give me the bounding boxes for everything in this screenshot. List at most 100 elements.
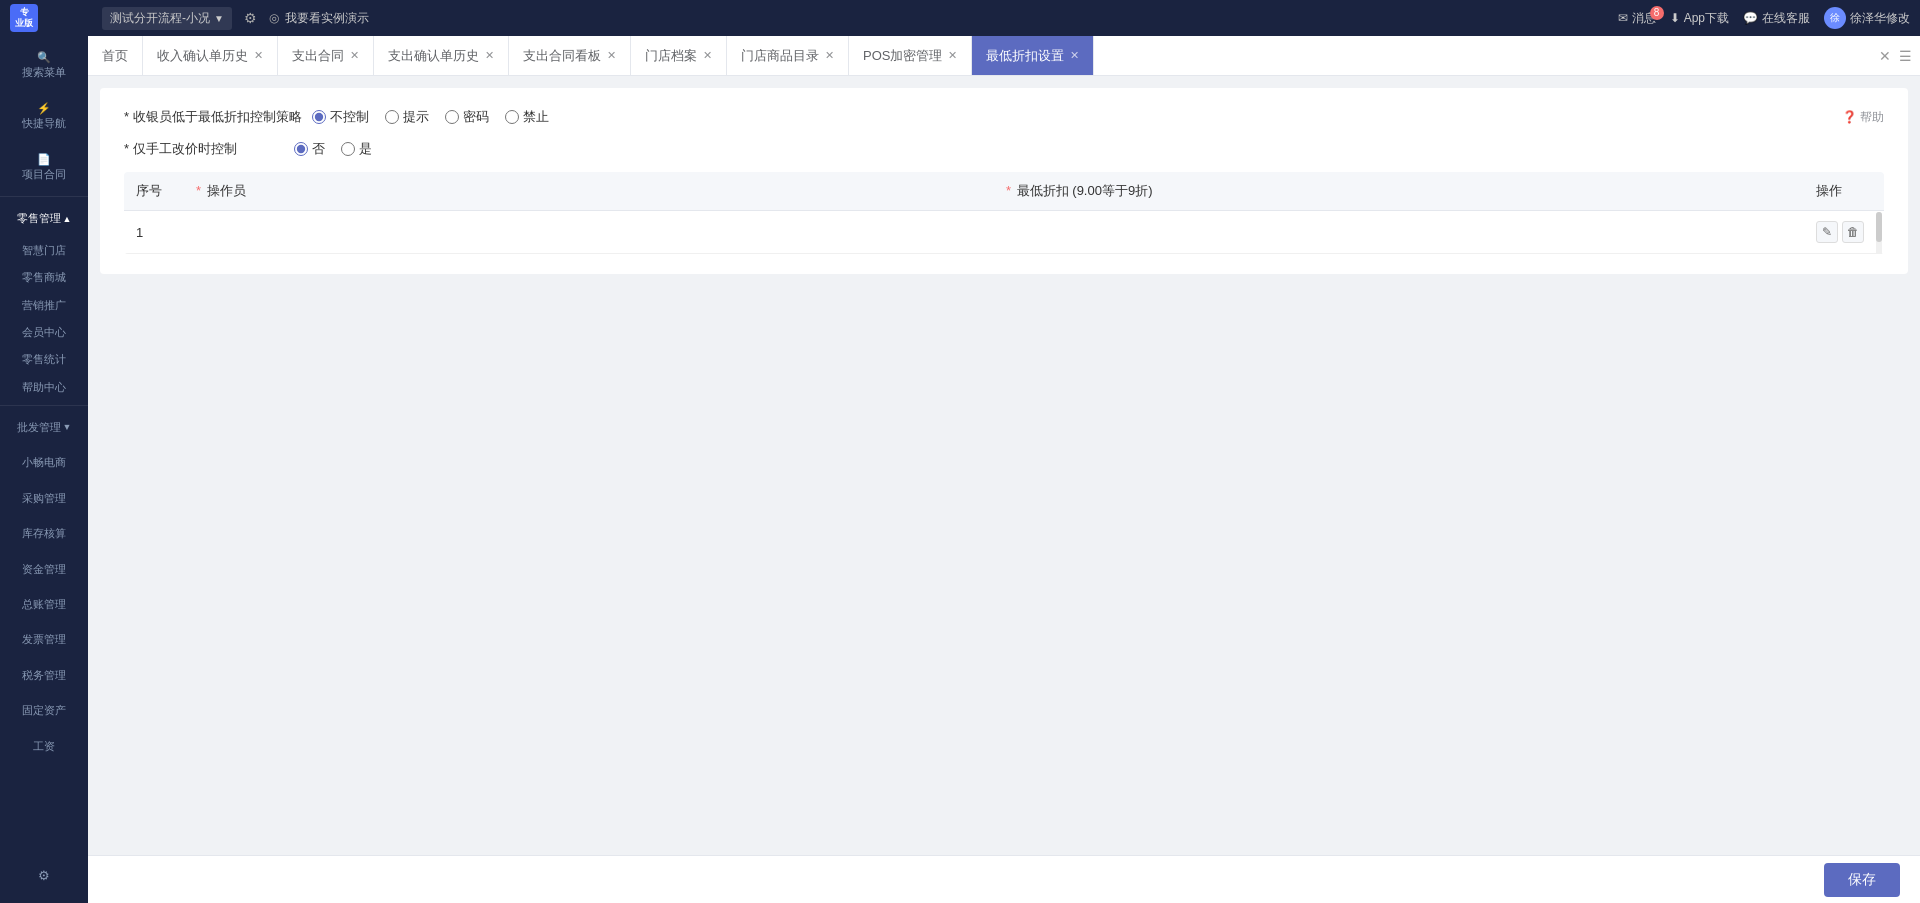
tab-expense-board[interactable]: 支出合同看板 ✕ (509, 36, 631, 76)
sidebar-item-tax[interactable]: 税务管理 (0, 658, 88, 693)
tab-close-icon[interactable]: ✕ (948, 49, 957, 62)
help-icon: ❓ (1842, 110, 1857, 124)
table-scrollbar-thumb (1876, 212, 1882, 242)
cell-discount[interactable] (994, 211, 1804, 254)
table-row: 1 ✎ (124, 211, 1884, 254)
help-button[interactable]: ❓ 帮助 (1842, 109, 1884, 126)
sidebar-item-smart-store[interactable]: 智慧门店 (0, 237, 88, 264)
tab-close-all-icon[interactable]: ✕ (1879, 48, 1891, 64)
sidebar: 🔍 搜索菜单 ⚡ 快捷导航 📄 项目合同 零售管理 ▲ 智慧门店 (0, 36, 88, 903)
top-bar: 专业版 测试分开流程-小况 ▼ ⚙ ◎ 我要看实例演示 ✉ 消息 8 ⬇ App… (0, 0, 1920, 36)
tab-menu-icon[interactable]: ☰ (1899, 48, 1912, 64)
policy-radio-forbid[interactable] (505, 110, 519, 124)
policy-option-forbid[interactable]: 禁止 (505, 108, 549, 126)
topbar-actions: ✉ 消息 8 ⬇ App下载 💬 在线客服 徐 徐泽华修改 (1618, 7, 1910, 29)
sidebar-item-funds[interactable]: 资金管理 (0, 552, 88, 587)
policy-label-forbid: 禁止 (523, 108, 549, 126)
policy-radio-password[interactable] (445, 110, 459, 124)
sidebar-item-project-contract[interactable]: 📄 项目合同 (0, 142, 88, 193)
col-header-seq: 序号 (124, 172, 184, 211)
page-content: * 收银员低于最低折扣控制策略 不控制 提示 密码 (88, 76, 1920, 855)
discount-required-mark: * (1006, 183, 1011, 198)
sidebar-item-ecommerce[interactable]: 小畅电商 (0, 445, 88, 480)
manual-radio-no[interactable] (294, 142, 308, 156)
sidebar-item-retail-mall[interactable]: 零售商城 (0, 264, 88, 291)
sidebar-item-payroll[interactable]: 工资 (0, 729, 88, 764)
tab-close-icon[interactable]: ✕ (825, 49, 834, 62)
sidebar-item-marketing[interactable]: 营销推广 (0, 292, 88, 319)
cell-operator[interactable] (184, 211, 994, 254)
policy-radio-no-control[interactable] (312, 110, 326, 124)
tab-pos-encryption[interactable]: POS加密管理 ✕ (849, 36, 972, 76)
app-download-label: App下载 (1684, 10, 1729, 27)
sidebar-item-member-center[interactable]: 会员中心 (0, 319, 88, 346)
tab-expense-history[interactable]: 支出确认单历史 ✕ (374, 36, 509, 76)
delete-row-button[interactable]: 🗑 (1842, 221, 1864, 243)
messages-button[interactable]: ✉ 消息 8 (1618, 10, 1656, 27)
tab-expense-contract[interactable]: 支出合同 ✕ (278, 36, 374, 76)
tab-close-icon[interactable]: ✕ (703, 49, 712, 62)
sidebar-item-help-center[interactable]: 帮助中心 (0, 374, 88, 401)
download-icon: ⬇ (1670, 11, 1680, 25)
tab-min-discount[interactable]: 最低折扣设置 ✕ (972, 36, 1094, 76)
col-header-discount: * 最低折扣 (9.00等于9折) (994, 172, 1804, 211)
cell-seq: 1 (124, 211, 184, 254)
online-support-button[interactable]: 💬 在线客服 (1743, 10, 1810, 27)
tab-income-history[interactable]: 收入确认单历史 ✕ (143, 36, 278, 76)
policy-option-no-control[interactable]: 不控制 (312, 108, 369, 126)
sidebar-item-wholesale[interactable]: 批发管理 ▼ (0, 410, 88, 445)
sidebar-item-purchase[interactable]: 采购管理 (0, 481, 88, 516)
content-area: 首页 收入确认单历史 ✕ 支出合同 ✕ 支出确认单历史 ✕ 支出合同看板 ✕ 门… (88, 36, 1920, 903)
sidebar-item-retail-stats[interactable]: 零售统计 (0, 346, 88, 373)
discount-table: 序号 * 操作员 * 最低折扣 (9.00等于9折) (124, 172, 1884, 254)
save-button[interactable]: 保存 (1824, 863, 1900, 897)
settings-gear-icon[interactable]: ⚙ (28, 858, 60, 893)
sidebar-item-inventory[interactable]: 库存核算 (0, 516, 88, 551)
sidebar-bottom: ⚙ (28, 848, 60, 903)
tab-close-icon[interactable]: ✕ (350, 49, 359, 62)
policy-label: * 收银员低于最低折扣控制策略 (124, 108, 302, 126)
online-support-label: 在线客服 (1762, 10, 1810, 27)
manual-option-no[interactable]: 否 (294, 140, 325, 158)
support-icon: 💬 (1743, 11, 1758, 25)
sidebar-item-invoice[interactable]: 发票管理 (0, 622, 88, 657)
manual-option-yes[interactable]: 是 (341, 140, 372, 158)
sidebar-item-retail-management[interactable]: 零售管理 ▲ (0, 201, 88, 236)
sidebar-item-fixed-assets[interactable]: 固定资产 (0, 693, 88, 728)
logo-area: 专业版 (10, 4, 90, 32)
user-profile-button[interactable]: 徐 徐泽华修改 (1824, 7, 1910, 29)
operator-input[interactable] (196, 225, 982, 240)
sidebar-item-search[interactable]: 🔍 搜索菜单 (0, 40, 88, 91)
manual-radio-yes[interactable] (341, 142, 355, 156)
form-card: * 收银员低于最低折扣控制策略 不控制 提示 密码 (100, 88, 1908, 274)
tab-close-icon[interactable]: ✕ (254, 49, 263, 62)
policy-option-hint[interactable]: 提示 (385, 108, 429, 126)
app-download-button[interactable]: ⬇ App下载 (1670, 10, 1729, 27)
search-icon: 🔍 (4, 50, 84, 65)
table-container: 序号 * 操作员 * 最低折扣 (9.00等于9折) (124, 172, 1884, 254)
policy-label-no-control: 不控制 (330, 108, 369, 126)
edit-row-button[interactable]: ✎ (1816, 221, 1838, 243)
manual-label-yes: 是 (359, 140, 372, 158)
project-selector[interactable]: 测试分开流程-小况 ▼ (102, 7, 232, 30)
policy-radio-hint[interactable] (385, 110, 399, 124)
policy-label-password: 密码 (463, 108, 489, 126)
col-header-operator: * 操作员 (184, 172, 994, 211)
tab-store-catalog[interactable]: 门店商品目录 ✕ (727, 36, 849, 76)
tab-store-archive[interactable]: 门店档案 ✕ (631, 36, 727, 76)
sidebar-item-quick-nav[interactable]: ⚡ 快捷导航 (0, 91, 88, 142)
table-header: 序号 * 操作员 * 最低折扣 (9.00等于9折) (124, 172, 1884, 211)
discount-input[interactable] (1006, 225, 1792, 240)
tab-bar: 首页 收入确认单历史 ✕ 支出合同 ✕ 支出确认单历史 ✕ 支出合同看板 ✕ 门… (88, 36, 1920, 76)
sidebar-item-ledger[interactable]: 总账管理 (0, 587, 88, 622)
tab-close-active-icon[interactable]: ✕ (1070, 49, 1079, 62)
tab-close-icon[interactable]: ✕ (607, 49, 616, 62)
tab-home[interactable]: 首页 (88, 36, 143, 76)
policy-option-password[interactable]: 密码 (445, 108, 489, 126)
tab-close-icon[interactable]: ✕ (485, 49, 494, 62)
table-scrollbar-track (1876, 212, 1882, 254)
manual-label-no: 否 (312, 140, 325, 158)
demo-area[interactable]: ◎ 我要看实例演示 (269, 10, 369, 27)
settings-icon[interactable]: ⚙ (244, 10, 257, 26)
policy-label-hint: 提示 (403, 108, 429, 126)
